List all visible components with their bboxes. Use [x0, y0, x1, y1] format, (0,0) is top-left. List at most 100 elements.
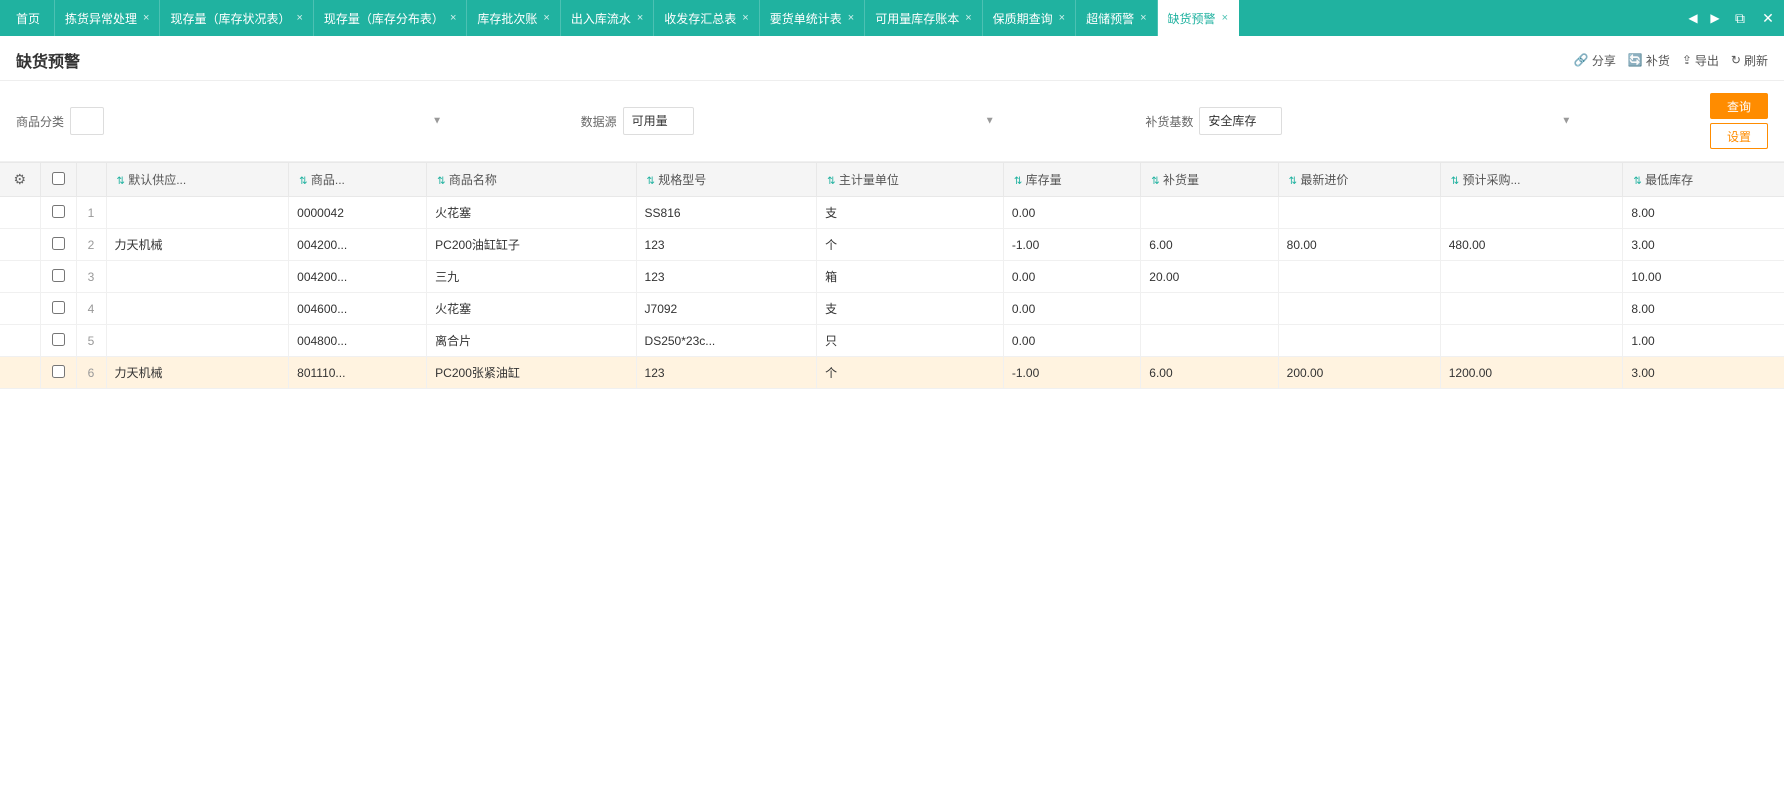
row-latest-price-cell: 80.00: [1278, 229, 1440, 261]
tab-close-all-btn[interactable]: ✕: [1754, 0, 1782, 36]
row-stock-cell: 0.00: [1003, 197, 1140, 229]
row-code-cell: 004200...: [289, 229, 427, 261]
col-stock-header[interactable]: ⇅ 库存量: [1003, 163, 1140, 197]
row-checkbox-cell: [40, 197, 76, 229]
tab-inventory-dist[interactable]: 现存量（库存分布表）×: [314, 0, 467, 36]
tab-inout-flow[interactable]: 出入库流水×: [561, 0, 654, 36]
col-supplier-header[interactable]: ⇅ 默认供应...: [106, 163, 289, 197]
row-checkbox-cell: [40, 293, 76, 325]
col-latest-price-header[interactable]: ⇅ 最新进价: [1278, 163, 1440, 197]
row-supplier-cell: [106, 325, 289, 357]
row-replenish-cell: 6.00: [1141, 229, 1278, 261]
col-spec-header[interactable]: ⇅ 规格型号: [636, 163, 817, 197]
tab-inventory-status[interactable]: 现存量（库存状况表）×: [160, 0, 313, 36]
row-num-cell: 2: [76, 229, 106, 261]
tab-close-inventory-dist[interactable]: ×: [450, 12, 456, 24]
filter-area: 商品分类 数据源 可用量 补货基数 安全库存: [0, 81, 1784, 162]
col-replenish-header[interactable]: ⇅ 补货量: [1141, 163, 1278, 197]
row-checkbox[interactable]: [52, 365, 65, 378]
row-checkbox-cell: [40, 325, 76, 357]
row-checkbox-cell: [40, 261, 76, 293]
export-icon: ⇪: [1682, 53, 1692, 67]
datasource-select[interactable]: 可用量: [623, 107, 694, 135]
row-min-stock-cell: 8.00: [1623, 197, 1784, 229]
tab-home[interactable]: 首页: [2, 0, 55, 36]
row-stock-cell: -1.00: [1003, 357, 1140, 389]
tab-exception[interactable]: 拣货异常处理×: [55, 0, 160, 36]
col-unit-header[interactable]: ⇅ 主计量单位: [817, 163, 1004, 197]
tab-close-inout-flow[interactable]: ×: [637, 12, 643, 24]
table-row: 1 0000042 火花塞 SS816 支 0.00 8.00: [0, 197, 1784, 229]
col-rownum-header: [76, 163, 106, 197]
tab-shortage[interactable]: 缺货预警×: [1158, 0, 1239, 36]
tab-available-ledger[interactable]: 可用量库存账本×: [865, 0, 982, 36]
tab-restore-btn[interactable]: ⧉: [1726, 0, 1754, 36]
tab-close-shortage[interactable]: ×: [1222, 12, 1228, 24]
tab-batch-account[interactable]: 库存批次账×: [467, 0, 560, 36]
filter-actions: 查询 设置: [1710, 93, 1768, 149]
tab-close-batch-account[interactable]: ×: [543, 12, 549, 24]
table-row: 6 力天机械 801110... PC200张紧油缸 123 个 -1.00 6…: [0, 357, 1784, 389]
tab-close-inventory-status[interactable]: ×: [296, 12, 302, 24]
tab-close-available-ledger[interactable]: ×: [965, 12, 971, 24]
row-name-cell: PC200张紧油缸: [427, 357, 636, 389]
replenish-base-select-wrapper: 安全库存: [1199, 107, 1579, 135]
row-num-cell: 3: [76, 261, 106, 293]
row-spec-cell: 123: [636, 357, 817, 389]
refresh-icon: ↻: [1731, 53, 1741, 67]
row-spec-cell: 123: [636, 229, 817, 261]
row-name-cell: 火花塞: [427, 293, 636, 325]
row-checkbox[interactable]: [52, 269, 65, 282]
row-min-stock-cell: 10.00: [1623, 261, 1784, 293]
tab-close-exception[interactable]: ×: [143, 12, 149, 24]
row-supplier-cell: 力天机械: [106, 229, 289, 261]
tab-demand-stats[interactable]: 要货单统计表×: [760, 0, 865, 36]
row-latest-price-cell: [1278, 325, 1440, 357]
row-checkbox[interactable]: [52, 205, 65, 218]
col-code-header[interactable]: ⇅ 商品...: [289, 163, 427, 197]
row-supplier-cell: [106, 197, 289, 229]
row-supplier-cell: [106, 261, 289, 293]
row-supplier-cell: 力天机械: [106, 357, 289, 389]
row-latest-price-cell: 200.00: [1278, 357, 1440, 389]
col-est-purchase-header[interactable]: ⇅ 预计采购...: [1440, 163, 1623, 197]
row-checkbox[interactable]: [52, 333, 65, 346]
col-name-header[interactable]: ⇅ 商品名称: [427, 163, 636, 197]
refresh-action[interactable]: ↻ 刷新: [1731, 52, 1768, 69]
row-checkbox[interactable]: [52, 301, 65, 314]
tab-receive-summary[interactable]: 收发存汇总表×: [654, 0, 759, 36]
datasource-select-wrapper: 可用量: [623, 107, 1003, 135]
query-button[interactable]: 查询: [1710, 93, 1768, 119]
refresh-label: 刷新: [1744, 52, 1768, 69]
share-action[interactable]: 🔗 分享: [1574, 52, 1616, 69]
tab-close-receive-summary[interactable]: ×: [742, 12, 748, 24]
row-unit-cell: 个: [817, 357, 1004, 389]
tab-overstock[interactable]: 超储预警×: [1076, 0, 1157, 36]
row-code-cell: 801110...: [289, 357, 427, 389]
replenish-base-select[interactable]: 安全库存: [1199, 107, 1282, 135]
supplier-sort-icon: ⇅: [117, 176, 125, 187]
category-select[interactable]: [70, 107, 104, 135]
row-settings-cell: [0, 293, 40, 325]
tab-prev-btn[interactable]: ◀: [1682, 0, 1704, 36]
row-spec-cell: DS250*23c...: [636, 325, 817, 357]
select-all-checkbox[interactable]: [52, 172, 65, 185]
row-checkbox[interactable]: [52, 237, 65, 250]
category-select-wrapper: [70, 107, 450, 135]
tab-close-demand-stats[interactable]: ×: [848, 12, 854, 24]
table-row: 3 004200... 三九 123 箱 0.00 20.00 10.00: [0, 261, 1784, 293]
table-header-row: ⚙ ⇅ 默认供应... ⇅ 商品... ⇅: [0, 163, 1784, 197]
replenish-action[interactable]: 🔄 补货: [1628, 52, 1670, 69]
est-purchase-sort-icon: ⇅: [1451, 176, 1459, 187]
tab-close-expiry-query[interactable]: ×: [1059, 12, 1065, 24]
export-action[interactable]: ⇪ 导出: [1682, 52, 1719, 69]
row-num-cell: 1: [76, 197, 106, 229]
tab-expiry-query[interactable]: 保质期查询×: [983, 0, 1076, 36]
row-settings-cell: [0, 229, 40, 261]
gear-icon[interactable]: ⚙: [13, 171, 26, 187]
row-num-cell: 5: [76, 325, 106, 357]
setting-button[interactable]: 设置: [1710, 123, 1768, 149]
tab-next-btn[interactable]: ▶: [1704, 0, 1726, 36]
col-min-stock-header[interactable]: ⇅ 最低库存: [1623, 163, 1784, 197]
tab-close-overstock[interactable]: ×: [1140, 12, 1146, 24]
